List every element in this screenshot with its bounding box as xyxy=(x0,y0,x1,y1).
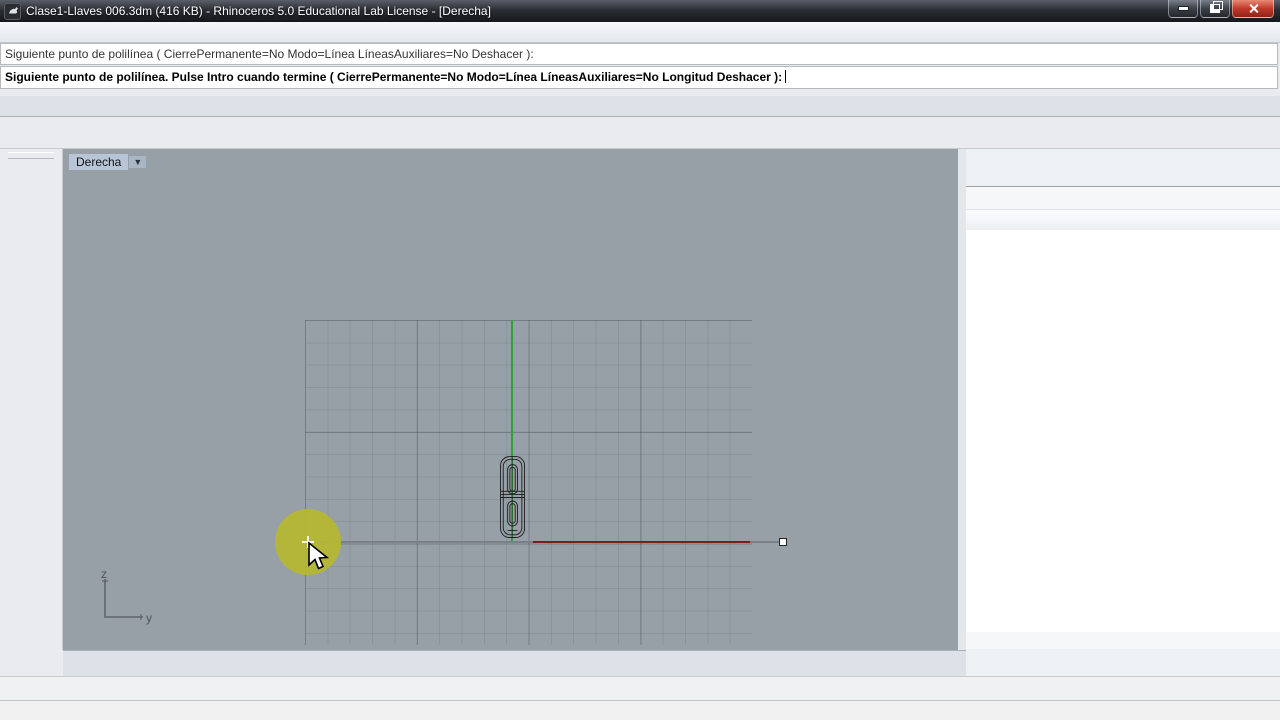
toolbar-grip[interactable] xyxy=(8,152,54,159)
viewport-title-dropdown chevron-down-icon[interactable]: ▼ xyxy=(129,156,147,168)
minimize-button[interactable] xyxy=(1168,0,1198,18)
layer-list xyxy=(966,230,1280,632)
right-panel: ◄ ► xyxy=(966,149,1280,703)
wrench-wireframe xyxy=(500,456,525,538)
viewport-derecha[interactable]: z y Derecha ▼ xyxy=(63,149,958,650)
axis-label-z: z xyxy=(101,569,107,581)
axis-label-y: y xyxy=(146,611,152,625)
panel-splitter[interactable] xyxy=(958,149,966,650)
layer-toolbar xyxy=(966,187,1280,210)
menu-bar xyxy=(0,22,1280,43)
viewport-title[interactable]: Derecha ▼ xyxy=(69,154,147,170)
viewport-axis-icon: z y xyxy=(101,569,152,625)
viewport-title-label[interactable]: Derecha xyxy=(69,154,129,170)
status-bar xyxy=(0,700,1280,720)
rhino-app-icon xyxy=(4,2,21,20)
mouse-cursor xyxy=(308,541,330,570)
osnap-bar xyxy=(0,676,1280,701)
close-button[interactable] xyxy=(1232,0,1274,18)
panel-tab-row xyxy=(966,163,1280,186)
command-prompt-line[interactable]: Siguiente punto de polilínea. Pulse Intr… xyxy=(0,66,1278,89)
command-history-line: Siguiente punto de polilínea ( CierrePer… xyxy=(0,43,1278,65)
window-title: Clase1-Llaves 006.3dm (416 KB) - Rhinoce… xyxy=(26,4,491,18)
layers-panel: ◄ ► xyxy=(966,186,1280,703)
restore-button[interactable] xyxy=(1200,0,1230,18)
command-prompt-text: Siguiente punto de polilínea. Pulse Intr… xyxy=(5,70,783,84)
polyline-endpoint xyxy=(779,538,787,546)
layer-column-header xyxy=(966,210,1280,231)
drawn-polyline xyxy=(533,541,750,543)
left-toolbar xyxy=(0,149,63,650)
main-toolbar xyxy=(0,117,1280,149)
title-bar: Clase1-Llaves 006.3dm (416 KB) - Rhinoce… xyxy=(0,0,1280,22)
text-caret xyxy=(785,70,787,83)
viewport-tab-row xyxy=(63,650,966,676)
toolbar-tab-row xyxy=(0,96,1280,117)
window-controls xyxy=(1166,0,1274,18)
